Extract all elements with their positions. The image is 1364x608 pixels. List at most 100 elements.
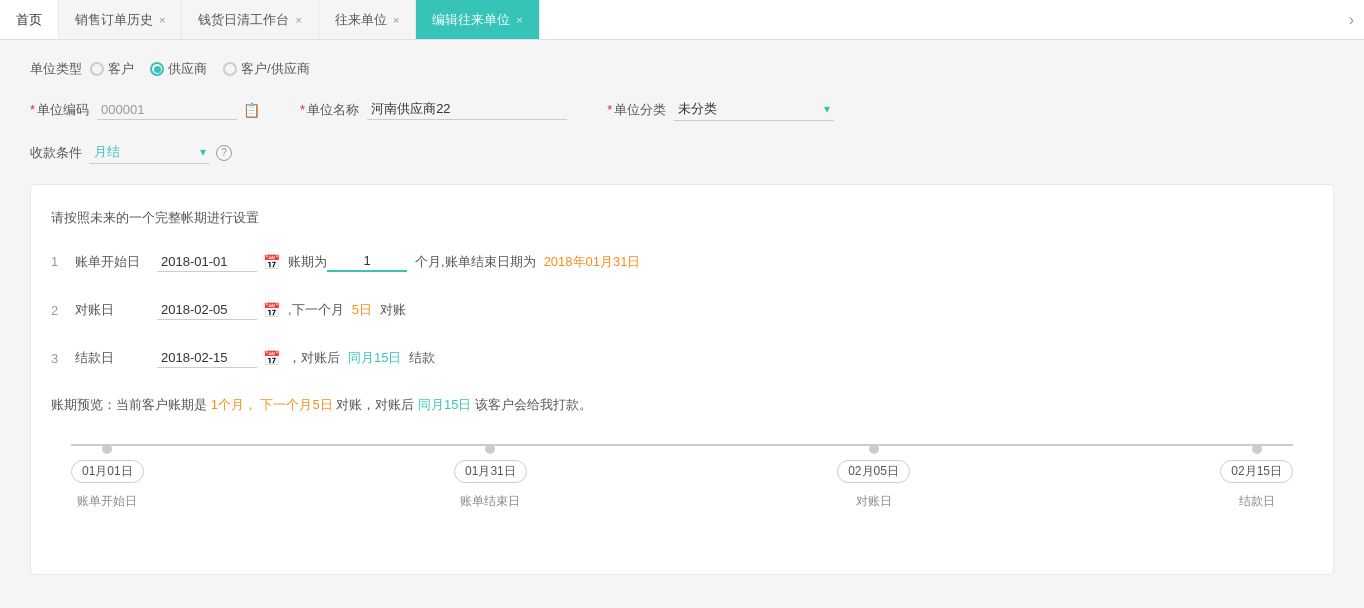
start-date-input[interactable] bbox=[157, 252, 257, 272]
recon-desc-suffix: 对账 bbox=[380, 301, 406, 319]
period-end-date: 2018年01月31日 bbox=[544, 253, 641, 271]
tab-cash-work-label: 钱货日清工作台 bbox=[198, 11, 289, 29]
preview-part1: 1个月， bbox=[211, 397, 257, 412]
unit-type-row: 单位类型 客户 供应商 客户/供应商 bbox=[30, 60, 1334, 78]
tl-label-4: 结款日 bbox=[1239, 493, 1275, 510]
start-date-label: 账单开始日 bbox=[75, 253, 145, 271]
radio-both-circle bbox=[223, 62, 237, 76]
payment-terms-row: 收款条件 月结 ▾ ? bbox=[30, 141, 1334, 164]
unit-type-label: 单位类型 bbox=[30, 60, 82, 78]
pay-date-cal-icon[interactable]: 📅 bbox=[263, 350, 280, 366]
billing-row-3: 3 结款日 📅 ，对账后 同月15日 结款 bbox=[51, 348, 1313, 368]
row-num-1: 1 bbox=[51, 254, 75, 269]
timeline-node-4: 02月15日 结款日 bbox=[1220, 444, 1293, 510]
radio-both[interactable]: 客户/供应商 bbox=[223, 60, 310, 78]
tl-dot-2 bbox=[485, 444, 495, 454]
close-sales-history[interactable]: × bbox=[159, 14, 165, 26]
tl-label-1: 账单开始日 bbox=[77, 493, 137, 510]
radio-supplier-circle bbox=[150, 62, 164, 76]
preview-middle: 对账，对账后 bbox=[336, 397, 414, 412]
pay-date-label: 结款日 bbox=[75, 349, 145, 367]
unit-code-group: * 单位编码 📋 bbox=[30, 100, 260, 120]
recon-date-label: 对账日 bbox=[75, 301, 145, 319]
tab-partner[interactable]: 往来单位 × bbox=[319, 0, 416, 39]
tl-badge-2: 01月31日 bbox=[454, 460, 527, 483]
pay-desc-suffix: 结款 bbox=[409, 349, 435, 367]
unit-category-arrow: ▾ bbox=[824, 102, 830, 116]
tab-home[interactable]: 首页 bbox=[0, 0, 59, 39]
page-content: 单位类型 客户 供应商 客户/供应商 * 单位编码 📋 * 单位名称 bbox=[0, 40, 1364, 608]
billing-row-1: 1 账单开始日 📅 账期为 个月,账单结束日期为 2018年01月31日 bbox=[51, 251, 1313, 272]
unit-code-copy-icon[interactable]: 📋 bbox=[243, 102, 260, 118]
unit-name-label: 单位名称 bbox=[307, 101, 359, 119]
preview-suffix: 该客户会给我打款。 bbox=[475, 397, 592, 412]
close-partner[interactable]: × bbox=[393, 14, 399, 26]
tl-dot-4 bbox=[1252, 444, 1262, 454]
preview-part2: 下一个月5日 bbox=[260, 397, 332, 412]
tab-sales-history[interactable]: 销售订单历史 × bbox=[59, 0, 182, 39]
radio-both-label: 客户/供应商 bbox=[241, 60, 310, 78]
pay-date-input[interactable] bbox=[157, 348, 257, 368]
unit-code-input[interactable] bbox=[97, 100, 237, 120]
recon-desc-prefix: ,下一个月 bbox=[288, 301, 344, 319]
close-edit-partner[interactable]: × bbox=[516, 14, 522, 26]
row-num-3: 3 bbox=[51, 351, 75, 366]
help-icon[interactable]: ? bbox=[216, 145, 232, 161]
section-title: 请按照未来的一个完整帐期进行设置 bbox=[51, 209, 1313, 227]
period-value-input[interactable] bbox=[327, 251, 407, 272]
tl-badge-3: 02月05日 bbox=[837, 460, 910, 483]
tl-badge-1: 01月01日 bbox=[71, 460, 144, 483]
period-suffix: 个月,账单结束日期为 bbox=[415, 253, 536, 271]
unit-category-group: * 单位分类 未分类 ▾ bbox=[607, 98, 834, 121]
tab-sales-history-label: 销售订单历史 bbox=[75, 11, 153, 29]
radio-customer-circle bbox=[90, 62, 104, 76]
unit-name-required: * bbox=[300, 102, 305, 117]
tab-edit-partner[interactable]: 编辑往来单位 × bbox=[416, 0, 539, 39]
close-cash-work[interactable]: × bbox=[295, 14, 301, 26]
pay-desc-prefix: ，对账后 bbox=[288, 349, 340, 367]
recon-date-cal-icon[interactable]: 📅 bbox=[263, 302, 280, 318]
payment-terms-dropdown[interactable]: 月结 ▾ bbox=[90, 141, 210, 164]
timeline-node-1: 01月01日 账单开始日 bbox=[71, 444, 144, 510]
tabs-bar: 首页 销售订单历史 × 钱货日清工作台 × 往来单位 × 编辑往来单位 × › bbox=[0, 0, 1364, 40]
payment-terms-label: 收款条件 bbox=[30, 144, 82, 162]
tab-home-label: 首页 bbox=[16, 11, 42, 29]
tab-cash-work[interactable]: 钱货日清工作台 × bbox=[182, 0, 318, 39]
start-date-cal-icon[interactable]: 📅 bbox=[263, 254, 280, 270]
timeline-node-2: 01月31日 账单结束日 bbox=[454, 444, 527, 510]
billing-row-2: 2 对账日 📅 ,下一个月 5日 对账 bbox=[51, 300, 1313, 320]
payment-terms-value: 月结 bbox=[94, 143, 196, 161]
unit-category-required: * bbox=[607, 102, 612, 117]
preview-part3: 同月15日 bbox=[418, 397, 471, 412]
tl-label-2: 账单结束日 bbox=[460, 493, 520, 510]
period-prefix: 账期为 bbox=[288, 253, 327, 271]
radio-supplier-label: 供应商 bbox=[168, 60, 207, 78]
payment-terms-arrow: ▾ bbox=[200, 145, 206, 159]
preview-prefix: 账期预览：当前客户账期是 bbox=[51, 397, 207, 412]
unit-category-label: 单位分类 bbox=[614, 101, 666, 119]
unit-code-required: * bbox=[30, 102, 35, 117]
preview-text: 账期预览：当前客户账期是 1个月， 下一个月5日 对账，对账后 同月15日 该客… bbox=[51, 396, 1313, 414]
recon-day-highlight: 5日 bbox=[352, 301, 372, 319]
unit-category-dropdown[interactable]: 未分类 ▾ bbox=[674, 98, 834, 121]
unit-category-value: 未分类 bbox=[678, 100, 820, 118]
recon-date-input[interactable] bbox=[157, 300, 257, 320]
timeline-nodes: 01月01日 账单开始日 01月31日 账单结束日 02月05日 对账日 bbox=[71, 444, 1293, 510]
radio-customer-label: 客户 bbox=[108, 60, 134, 78]
pay-day-highlight: 同月15日 bbox=[348, 349, 401, 367]
tab-partner-label: 往来单位 bbox=[335, 11, 387, 29]
unit-code-label: 单位编码 bbox=[37, 101, 89, 119]
tabs-more-arrow[interactable]: › bbox=[1339, 0, 1364, 39]
billing-section: 请按照未来的一个完整帐期进行设置 1 账单开始日 📅 账期为 个月,账单结束日期… bbox=[30, 184, 1334, 575]
unit-type-radio-group: 客户 供应商 客户/供应商 bbox=[90, 60, 310, 78]
timeline-node-3: 02月05日 对账日 bbox=[837, 444, 910, 510]
tl-badge-4: 02月15日 bbox=[1220, 460, 1293, 483]
radio-customer[interactable]: 客户 bbox=[90, 60, 134, 78]
unit-info-row: * 单位编码 📋 * 单位名称 * 单位分类 未分类 ▾ bbox=[30, 98, 1334, 121]
timeline-container: 01月01日 账单开始日 01月31日 账单结束日 02月05日 对账日 bbox=[51, 434, 1313, 550]
radio-supplier[interactable]: 供应商 bbox=[150, 60, 207, 78]
tl-label-3: 对账日 bbox=[856, 493, 892, 510]
tl-dot-1 bbox=[102, 444, 112, 454]
unit-name-input[interactable] bbox=[367, 100, 567, 120]
tl-dot-3 bbox=[869, 444, 879, 454]
